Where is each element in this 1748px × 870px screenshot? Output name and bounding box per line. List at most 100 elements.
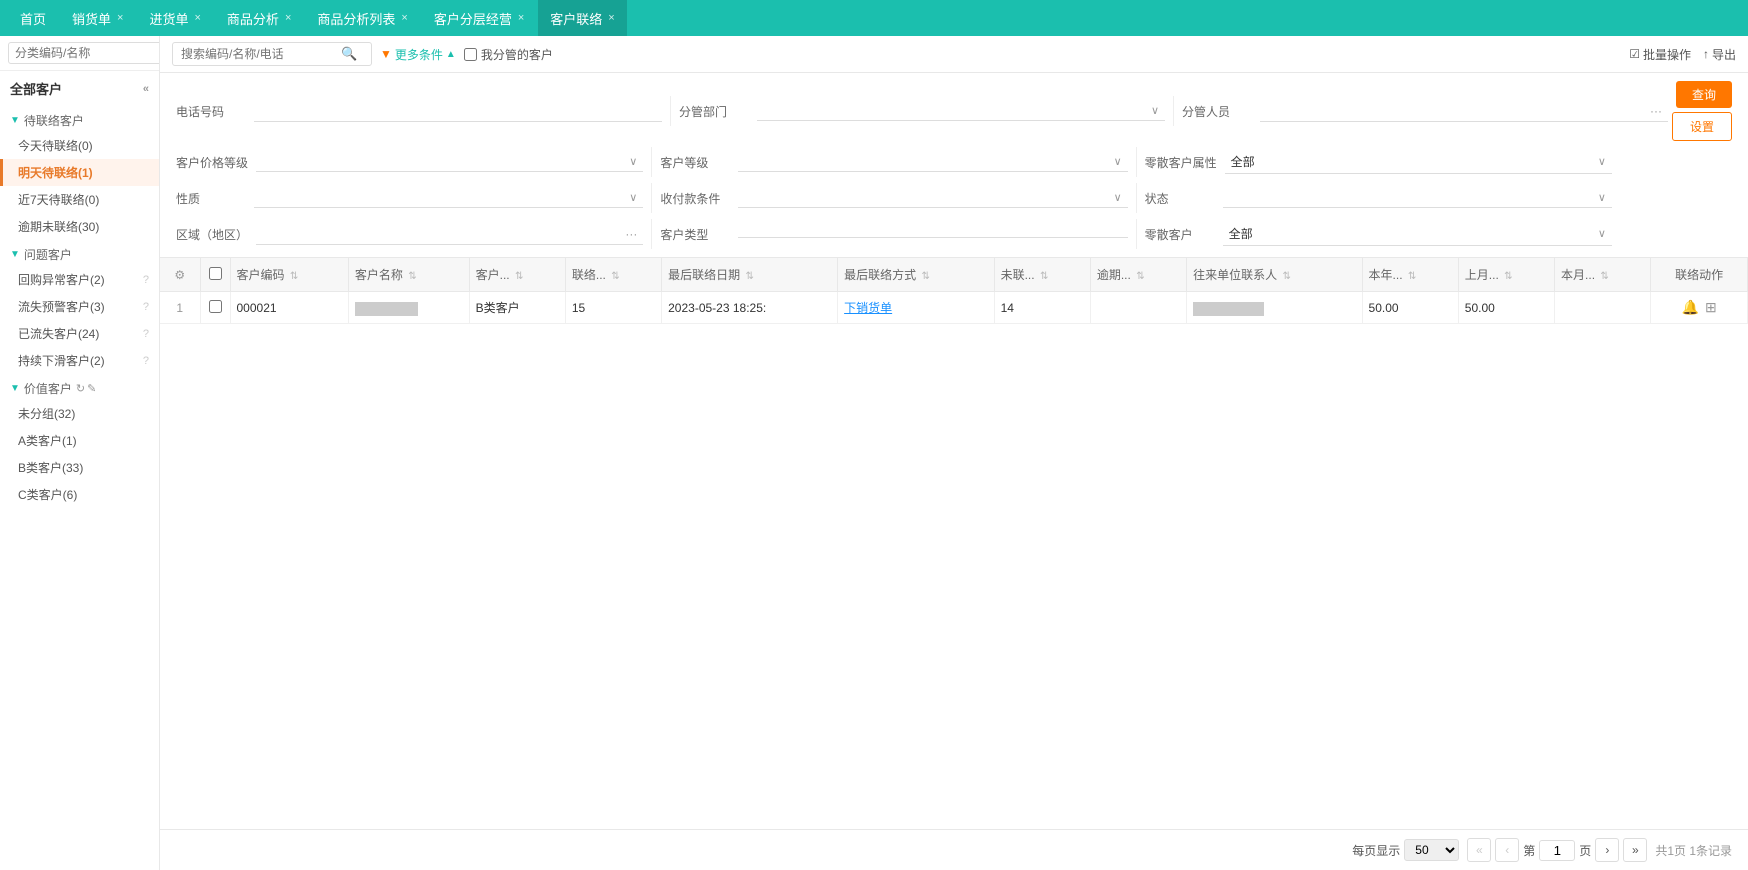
sort-icon-no-contact[interactable]: ⇅ [1040, 271, 1048, 282]
prev-page-button[interactable]: ‹ [1495, 838, 1519, 862]
settings-column-header[interactable]: ⚙ [160, 258, 200, 292]
help-icon-4[interactable]: ? [143, 355, 149, 367]
search-icon[interactable]: 🔍 [341, 46, 357, 62]
main-layout: 🔍 全部客户 « ▼ 待联络客户 今天待联络(0) 明天待联络(1) 近7天待联… [0, 36, 1748, 870]
sidebar-group-value[interactable]: ▼ 价值客户 ↻ ✎ [0, 374, 159, 400]
filter-phone-input[interactable] [254, 101, 662, 122]
search-input[interactable] [181, 47, 341, 61]
page-input[interactable] [1539, 840, 1575, 861]
sort-icon-last-date[interactable]: ⇅ [745, 271, 753, 282]
help-icon-1[interactable]: ? [143, 274, 149, 286]
filter-customer-level-select[interactable]: ∨ [738, 152, 1127, 172]
filter-region-select[interactable]: ··· [256, 224, 643, 245]
sort-icon-partner[interactable]: ⇅ [1282, 271, 1290, 282]
filter-retail-customer-select[interactable]: 全部 ∨ [1223, 222, 1612, 246]
close-product-analysis-list-icon[interactable]: × [401, 12, 407, 24]
batch-operation-button[interactable]: ☑ 批量操作 [1629, 46, 1691, 63]
filter-person-label: 分管人员 [1182, 103, 1252, 120]
nav-home[interactable]: 首页 [8, 0, 58, 36]
value-group-refresh-icon[interactable]: ↻ [76, 382, 85, 395]
close-customer-segmentation-icon[interactable]: × [518, 12, 524, 24]
filter-price-level-select[interactable]: ∨ [256, 152, 643, 172]
last-page-button[interactable]: » [1623, 838, 1647, 862]
first-page-button[interactable]: « [1467, 838, 1491, 862]
sort-icon-last-month[interactable]: ⇅ [1504, 271, 1512, 282]
sidebar-collapse-icon[interactable]: « [143, 83, 149, 95]
sidebar-search-input[interactable] [8, 42, 160, 64]
sidebar-group-problem[interactable]: ▼ 问题客户 [0, 240, 159, 266]
sidebar-item-unclassified[interactable]: 未分组(32) [0, 400, 159, 427]
query-button[interactable]: 查询 [1676, 81, 1732, 108]
more-action-icon[interactable]: ⊞ [1705, 299, 1717, 316]
filter-phone: 电话号码 [176, 96, 662, 126]
filter-customer-type-select[interactable] [738, 231, 1127, 238]
help-icon-2[interactable]: ? [143, 301, 149, 313]
last-method-link[interactable]: 下销货单 [844, 301, 892, 315]
sort-icon-contact[interactable]: ⇅ [611, 271, 619, 282]
nav-product-analysis[interactable]: 商品分析 × [215, 0, 303, 36]
filter-status-select[interactable]: ∨ [1223, 188, 1612, 208]
settings-button[interactable]: 设置 [1672, 112, 1732, 141]
nav-sales-order[interactable]: 销货单 × [60, 0, 135, 36]
per-page-select[interactable]: 50 100 200 [1404, 839, 1459, 861]
sidebar-item-today-pending[interactable]: 今天待联络(0) [0, 132, 159, 159]
nav-product-analysis-list[interactable]: 商品分析列表 × [305, 0, 419, 36]
sort-icon-code[interactable]: ⇅ [290, 271, 298, 282]
sidebar-item-declining[interactable]: 持续下滑客户(2) ? [0, 347, 159, 374]
sidebar-group-problem-label: 问题客户 [24, 246, 72, 263]
row-last-month: 50.00 [1458, 292, 1554, 324]
export-button[interactable]: ↑ 导出 [1703, 46, 1736, 63]
value-group-edit-icon[interactable]: ✎ [87, 382, 96, 395]
sidebar-item-churned[interactable]: 已流失客户(24) ? [0, 320, 159, 347]
sidebar-item-class-b[interactable]: B类客户(33) [0, 454, 159, 481]
more-filters-button[interactable]: ▼ 更多条件 ▲ [380, 46, 456, 63]
select-all-checkbox[interactable] [209, 267, 222, 280]
filter-region: 区域（地区） ··· [176, 219, 643, 249]
my-customers-checkbox[interactable] [464, 48, 477, 61]
nav-purchase-order[interactable]: 进货单 × [137, 0, 212, 36]
close-customer-contact-icon[interactable]: × [608, 12, 614, 24]
sort-icon-this-month[interactable]: ⇅ [1600, 271, 1608, 282]
contact-icon[interactable]: 🔔 [1682, 299, 1699, 316]
search-box: 🔍 [172, 42, 372, 66]
nav-customer-segmentation[interactable]: 客户分层经营 × [422, 0, 536, 36]
dots-icon-person[interactable]: ··· [1650, 104, 1662, 118]
filter-retail-customer-label: 零散客户 [1145, 226, 1215, 243]
row-name: ████ [348, 292, 469, 324]
close-purchase-order-icon[interactable]: × [194, 12, 200, 24]
sidebar-item-class-a[interactable]: A类客户(1) [0, 427, 159, 454]
next-page-button[interactable]: › [1595, 838, 1619, 862]
sort-icon-last-method[interactable]: ⇅ [921, 271, 929, 282]
sort-icon-overdue[interactable]: ⇅ [1136, 271, 1144, 282]
row-actions: 🔔 ⊞ [1651, 292, 1748, 324]
row-checkbox-cell[interactable] [200, 292, 230, 324]
sidebar-item-overdue-pending[interactable]: 逾期未联络(30) [0, 213, 159, 240]
nav-customer-contact[interactable]: 客户联络 × [538, 0, 626, 36]
table-row: 1 000021 ████ B类客户 15 2023-05-23 18:25: … [160, 292, 1748, 324]
row-checkbox[interactable] [209, 300, 222, 313]
sidebar-item-abnormal-repurchase[interactable]: 回购异常客户(2) ? [0, 266, 159, 293]
checkbox-column-header[interactable] [200, 258, 230, 292]
sidebar-item-tomorrow-pending[interactable]: 明天待联络(1) [0, 159, 159, 186]
chevron-up-icon: ▲ [446, 49, 456, 60]
filter-nature-select[interactable]: ∨ [254, 188, 643, 208]
filter-payment-select[interactable]: ∨ [738, 188, 1127, 208]
sidebar-item-7days-pending[interactable]: 近7天待联络(0) [0, 186, 159, 213]
sort-icon-name[interactable]: ⇅ [408, 271, 416, 282]
help-icon-3[interactable]: ? [143, 328, 149, 340]
close-sales-order-icon[interactable]: × [117, 12, 123, 24]
filter-row-1: 电话号码 分管部门 ∨ 分管人员 ··· [176, 81, 1732, 141]
my-customers-checkbox-label[interactable]: 我分管的客户 [464, 46, 553, 63]
sidebar-all-customers[interactable]: 全部客户 « [0, 71, 159, 106]
filter-retail-attr-select[interactable]: 全部 ∨ [1225, 150, 1612, 174]
filter-person-select[interactable]: ··· [1260, 101, 1668, 122]
filter-dept-select[interactable]: ∨ [757, 101, 1165, 121]
sidebar-item-class-c[interactable]: C类客户(6) [0, 481, 159, 508]
row-last-method[interactable]: 下销货单 [838, 292, 994, 324]
sort-icon-this-year[interactable]: ⇅ [1408, 271, 1416, 282]
dots-icon-region[interactable]: ··· [625, 227, 637, 241]
close-product-analysis-icon[interactable]: × [285, 12, 291, 24]
sidebar-item-churn-warning[interactable]: 流失预警客户(3) ? [0, 293, 159, 320]
sidebar-group-pending[interactable]: ▼ 待联络客户 [0, 106, 159, 132]
sort-icon-type[interactable]: ⇅ [515, 271, 523, 282]
